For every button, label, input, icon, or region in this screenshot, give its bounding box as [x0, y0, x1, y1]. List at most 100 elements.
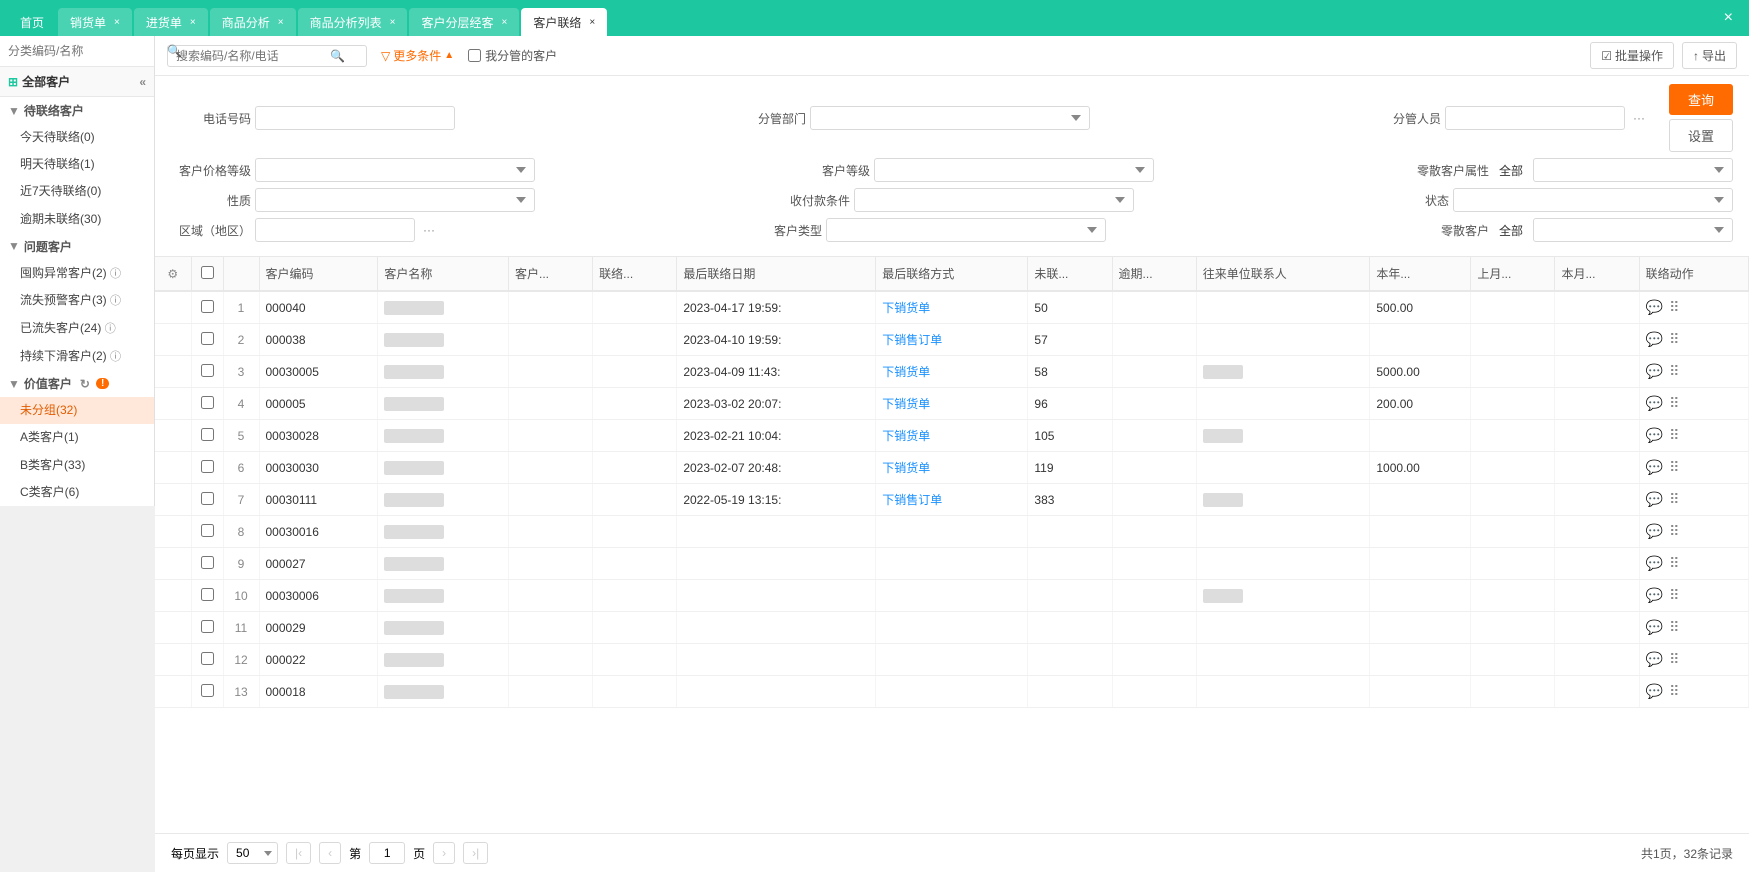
tab-product-analysis-close[interactable]: ×: [278, 17, 284, 28]
tab-sales[interactable]: 销货单 ×: [58, 8, 132, 36]
sidebar-item-abnormal[interactable]: 囤购异常客户(2) ⓘ: [0, 260, 154, 288]
settings-col-header[interactable]: ⚙: [155, 257, 191, 291]
sidebar-group-pending[interactable]: ▼ 待联络客户: [0, 97, 154, 124]
contact-method-link[interactable]: 下销售订单: [882, 493, 942, 507]
sidebar-item-typeA[interactable]: A类客户(1): [0, 424, 154, 451]
region-input[interactable]: [255, 218, 415, 242]
manager-input[interactable]: [1445, 106, 1625, 130]
message-icon[interactable]: 💬: [1646, 683, 1663, 700]
row-checkbox[interactable]: [201, 300, 214, 313]
overdue-col-header[interactable]: 逾期...: [1112, 257, 1196, 291]
sidebar-item-churn-warning[interactable]: 流失预警客户(3) ⓘ: [0, 287, 154, 315]
company-contact-col-header[interactable]: 往来单位联系人: [1196, 257, 1370, 291]
no-contact-col-header[interactable]: 未联...: [1028, 257, 1112, 291]
row-checkbox[interactable]: [201, 396, 214, 409]
code-col-header[interactable]: 客户编码: [259, 257, 378, 291]
my-customers-checkbox[interactable]: [468, 49, 481, 62]
contact-method-link[interactable]: 下销售订单: [882, 333, 942, 347]
tab-product-analysis[interactable]: 商品分析 ×: [210, 8, 296, 36]
sidebar-item-typeC[interactable]: C类客户(6): [0, 479, 154, 506]
dept-select[interactable]: [810, 106, 1090, 130]
row-checkbox[interactable]: [201, 620, 214, 633]
customer-level-select[interactable]: [874, 158, 1154, 182]
row-checkbox[interactable]: [201, 492, 214, 505]
payment-select[interactable]: [854, 188, 1134, 212]
more-actions-icon[interactable]: ⠿: [1669, 395, 1679, 412]
sidebar-item-overdue[interactable]: 逾期未联络(30): [0, 206, 154, 233]
more-actions-icon[interactable]: ⠿: [1669, 523, 1679, 540]
page-number-input[interactable]: [369, 842, 405, 864]
this-year-col-header[interactable]: 本年...: [1370, 257, 1471, 291]
row-checkbox[interactable]: [201, 652, 214, 665]
last-page-btn[interactable]: ›|: [463, 842, 488, 864]
refresh-icon[interactable]: ↻: [80, 377, 90, 391]
more-actions-icon[interactable]: ⠿: [1669, 587, 1679, 604]
message-icon[interactable]: 💬: [1646, 459, 1663, 476]
more-actions-icon[interactable]: ⠿: [1669, 683, 1679, 700]
contact-col-header[interactable]: 联络...: [593, 257, 677, 291]
more-conditions-btn[interactable]: ▽ 更多条件 ▲: [375, 44, 460, 67]
filter-search-icon[interactable]: 🔍: [330, 49, 345, 63]
sidebar-item-churned[interactable]: 已流失客户(24) ⓘ: [0, 315, 154, 343]
message-icon[interactable]: 💬: [1646, 587, 1663, 604]
batch-ops-btn[interactable]: ☑ 批量操作: [1590, 42, 1674, 69]
sidebar-item-week[interactable]: 近7天待联络(0): [0, 178, 154, 205]
type-col-header[interactable]: 客户...: [509, 257, 593, 291]
sidebar-item-tomorrow[interactable]: 明天待联络(1): [0, 151, 154, 178]
more-actions-icon[interactable]: ⠿: [1669, 619, 1679, 636]
phone-input[interactable]: [255, 106, 455, 130]
next-page-btn[interactable]: ›: [433, 842, 455, 864]
tab-sales-close[interactable]: ×: [114, 17, 120, 28]
customer-type-select[interactable]: [826, 218, 1106, 242]
more-actions-icon[interactable]: ⠿: [1669, 651, 1679, 668]
row-checkbox[interactable]: [201, 428, 214, 441]
message-icon[interactable]: 💬: [1646, 619, 1663, 636]
message-icon[interactable]: 💬: [1646, 523, 1663, 540]
query-btn[interactable]: 查询: [1669, 84, 1733, 115]
message-icon[interactable]: 💬: [1646, 331, 1663, 348]
sidebar-item-ungrouped[interactable]: 未分组(32): [0, 397, 154, 424]
this-month-col-header[interactable]: 本月...: [1555, 257, 1639, 291]
tab-customer-contact-close[interactable]: ×: [589, 17, 595, 28]
more-actions-icon[interactable]: ⠿: [1669, 363, 1679, 380]
message-icon[interactable]: 💬: [1646, 363, 1663, 380]
row-checkbox[interactable]: [201, 556, 214, 569]
tab-customer-contact[interactable]: 客户联络 ×: [521, 8, 607, 36]
message-icon[interactable]: 💬: [1646, 651, 1663, 668]
check-all-checkbox[interactable]: [201, 266, 214, 279]
contact-method-link[interactable]: 下销货单: [882, 365, 930, 379]
row-checkbox[interactable]: [201, 588, 214, 601]
last-contact-method-col-header[interactable]: 最后联络方式: [876, 257, 1028, 291]
contact-method-link[interactable]: 下销货单: [882, 301, 930, 315]
tab-customer-tier-close[interactable]: ×: [501, 17, 507, 28]
sidebar-item-declining[interactable]: 持续下滑客户(2) ⓘ: [0, 343, 154, 371]
tab-home[interactable]: 首页: [8, 8, 56, 36]
sidebar-search-input[interactable]: [8, 44, 163, 58]
row-checkbox[interactable]: [201, 460, 214, 473]
region-dots[interactable]: ···: [419, 223, 439, 237]
retail-select[interactable]: [1533, 218, 1733, 242]
row-checkbox[interactable]: [201, 684, 214, 697]
more-actions-icon[interactable]: ⠿: [1669, 427, 1679, 444]
sidebar-collapse-icon[interactable]: «: [139, 75, 146, 89]
last-month-col-header[interactable]: 上月...: [1471, 257, 1555, 291]
more-actions-icon[interactable]: ⠿: [1669, 331, 1679, 348]
message-icon[interactable]: 💬: [1646, 299, 1663, 316]
manager-dots[interactable]: ···: [1629, 111, 1649, 125]
more-actions-icon[interactable]: ⠿: [1669, 555, 1679, 572]
tab-customer-tier[interactable]: 客户分层经客 ×: [409, 8, 519, 36]
last-contact-date-col-header[interactable]: 最后联络日期: [677, 257, 876, 291]
row-checkbox[interactable]: [201, 332, 214, 345]
nature-select[interactable]: [255, 188, 535, 212]
retail-attr-select[interactable]: [1533, 158, 1733, 182]
contact-method-link[interactable]: 下销货单: [882, 461, 930, 475]
name-col-header[interactable]: 客户名称: [378, 257, 509, 291]
contact-method-link[interactable]: 下销货单: [882, 397, 930, 411]
contact-method-link[interactable]: 下销货单: [882, 429, 930, 443]
first-page-btn[interactable]: |‹: [286, 842, 311, 864]
price-level-select[interactable]: [255, 158, 535, 182]
message-icon[interactable]: 💬: [1646, 491, 1663, 508]
sidebar-group-value[interactable]: ▼ 价值客户 ↻ !: [0, 370, 154, 397]
page-size-select[interactable]: 50 100 200: [227, 842, 278, 864]
more-actions-icon[interactable]: ⠿: [1669, 491, 1679, 508]
